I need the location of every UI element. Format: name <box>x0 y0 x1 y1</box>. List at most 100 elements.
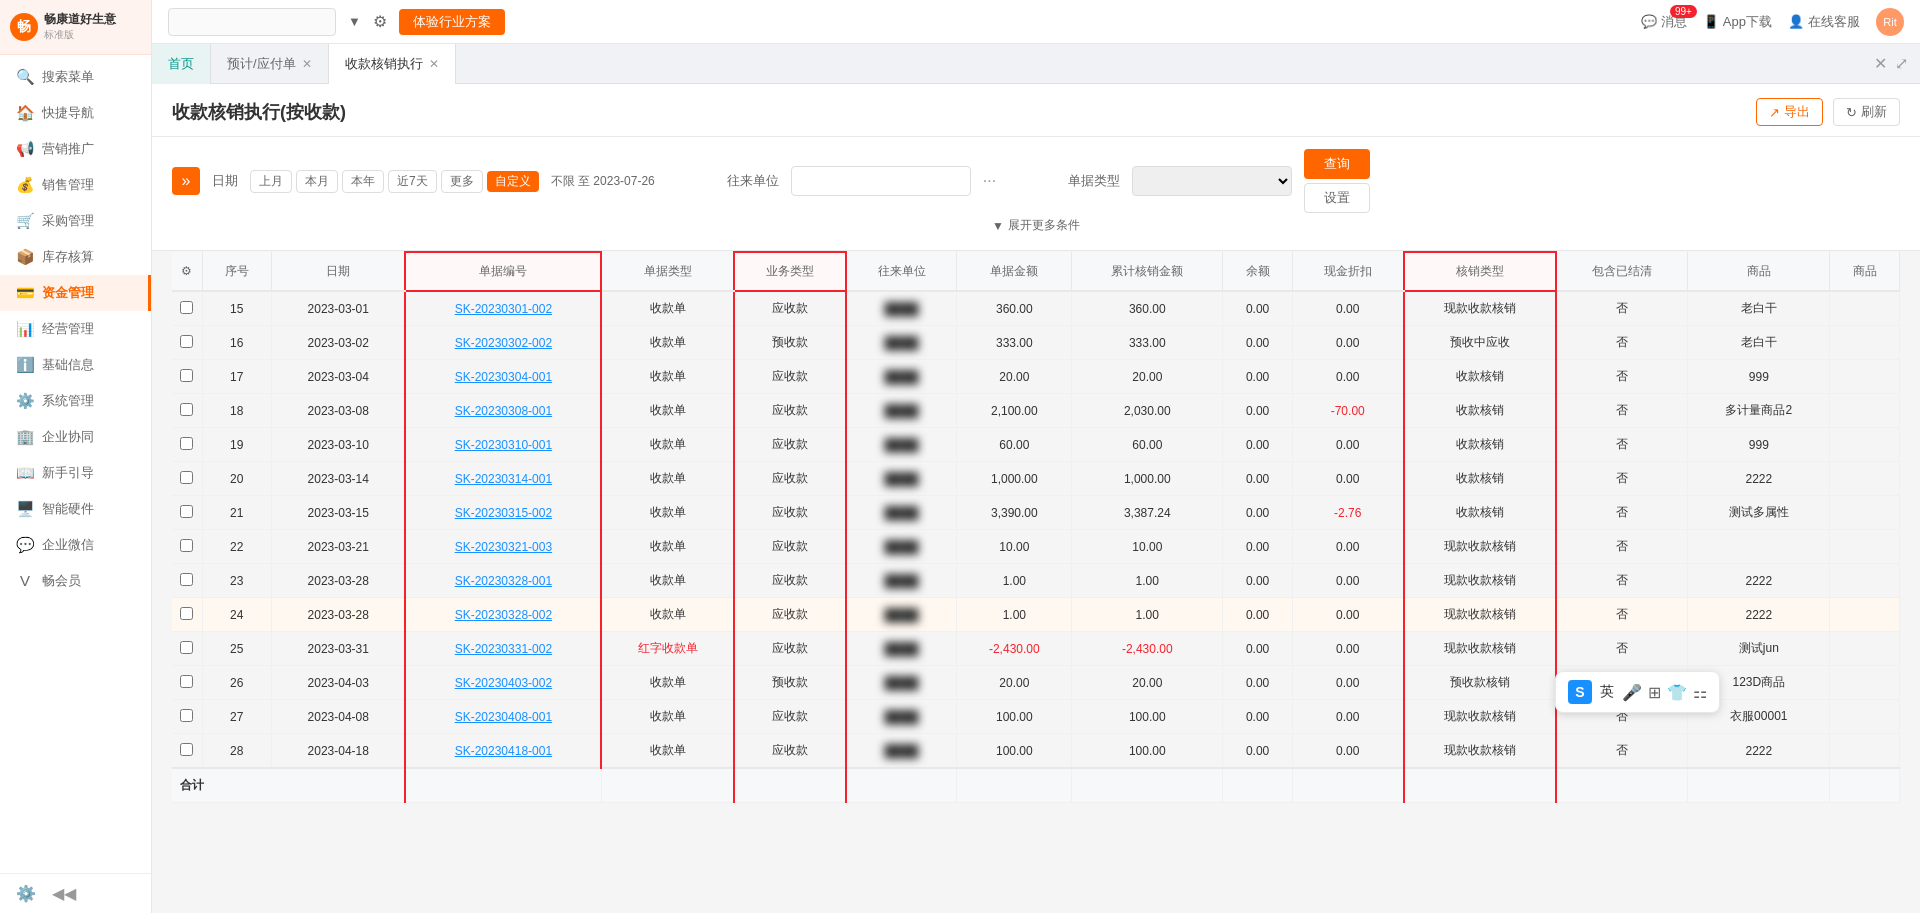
row-checkbox-input[interactable] <box>180 335 193 348</box>
apps-icon[interactable]: ⚏ <box>1693 683 1707 702</box>
sidebar-item-system[interactable]: ⚙️ 系统管理 <box>0 383 151 419</box>
solution-button[interactable]: 体验行业方案 <box>399 9 505 35</box>
voucher-type-select[interactable] <box>1132 166 1292 196</box>
row-checkbox-input[interactable] <box>180 505 193 518</box>
row-checkbox-input[interactable] <box>180 369 193 382</box>
topbar-gear-icon[interactable]: ⚙ <box>373 12 387 31</box>
tab-prepay[interactable]: 预计/应付单 ✕ <box>211 44 329 84</box>
row-voucher-no[interactable]: SK-20230328-002 <box>405 598 601 632</box>
partner-input[interactable] <box>791 166 971 196</box>
sidebar-item-operations[interactable]: 📊 经营管理 <box>0 311 151 347</box>
sidebar-item-wechat[interactable]: 💬 企业微信 <box>0 527 151 563</box>
grid-icon[interactable]: ⊞ <box>1648 683 1661 702</box>
tab-close-all-icon[interactable]: ✕ <box>1874 54 1887 73</box>
row-checkbox[interactable] <box>172 666 202 700</box>
row-checkbox-input[interactable] <box>180 539 193 552</box>
tab-cancel[interactable]: 收款核销执行 ✕ <box>329 44 456 84</box>
topbar-search-input[interactable] <box>168 8 336 36</box>
row-checkbox-input[interactable] <box>180 403 193 416</box>
date-btn-this-month[interactable]: 本月 <box>296 170 338 193</box>
service-button[interactable]: 👤 在线客服 <box>1788 13 1860 31</box>
sidebar-item-quick-nav[interactable]: 🏠 快捷导航 <box>0 95 151 131</box>
row-product2 <box>1830 428 1900 462</box>
row-checkbox-input[interactable] <box>180 437 193 450</box>
row-voucher-no[interactable]: SK-20230321-003 <box>405 530 601 564</box>
row-partner: ████ <box>846 632 957 666</box>
sidebar-item-purchase[interactable]: 🛒 采购管理 <box>0 203 151 239</box>
row-checkbox-input[interactable] <box>180 675 193 688</box>
sidebar-settings-icon[interactable]: ⚙️ <box>16 884 36 903</box>
row-voucher-no[interactable]: SK-20230314-001 <box>405 462 601 496</box>
date-btn-last-month[interactable]: 上月 <box>250 170 292 193</box>
row-checkbox[interactable] <box>172 734 202 769</box>
row-voucher-no[interactable]: SK-20230308-001 <box>405 394 601 428</box>
row-checkbox[interactable] <box>172 291 202 326</box>
export-button[interactable]: ↗ 导出 <box>1756 98 1823 126</box>
row-checkbox[interactable] <box>172 632 202 666</box>
filter-dots[interactable]: ··· <box>983 172 996 190</box>
sidebar-item-marketing[interactable]: 📢 营销推广 <box>0 131 151 167</box>
sidebar-item-inventory[interactable]: 📦 库存核算 <box>0 239 151 275</box>
sidebar-item-member[interactable]: V 畅会员 <box>0 563 151 599</box>
row-checkbox[interactable] <box>172 462 202 496</box>
row-voucher-no[interactable]: SK-20230301-002 <box>405 291 601 326</box>
row-checkbox-input[interactable] <box>180 641 193 654</box>
topbar-dropdown[interactable]: ▼ <box>348 14 361 29</box>
row-checkbox[interactable] <box>172 428 202 462</box>
row-checkbox[interactable] <box>172 394 202 428</box>
row-amount: 1.00 <box>957 598 1072 632</box>
mic-icon[interactable]: 🎤 <box>1622 683 1642 702</box>
refresh-button[interactable]: ↻ 刷新 <box>1833 98 1900 126</box>
sidebar-item-sales[interactable]: 💰 销售管理 <box>0 167 151 203</box>
date-btn-more[interactable]: 更多 <box>441 170 483 193</box>
sidebar-item-hardware[interactable]: 🖥️ 智能硬件 <box>0 491 151 527</box>
row-checkbox[interactable] <box>172 530 202 564</box>
sidebar-item-basic[interactable]: ℹ️ 基础信息 <box>0 347 151 383</box>
row-checkbox-input[interactable] <box>180 709 193 722</box>
row-voucher-no[interactable]: SK-20230315-002 <box>405 496 601 530</box>
sidebar-item-enterprise[interactable]: 🏢 企业协同 <box>0 419 151 455</box>
shirt-icon[interactable]: 👕 <box>1667 683 1687 702</box>
row-checkbox-input[interactable] <box>180 471 193 484</box>
row-include-settled: 否 <box>1556 360 1688 394</box>
row-checkbox[interactable] <box>172 326 202 360</box>
filter-expand-button[interactable]: » <box>172 167 200 195</box>
col-settings[interactable]: ⚙ <box>172 252 202 291</box>
row-voucher-no[interactable]: SK-20230302-002 <box>405 326 601 360</box>
expand-more-row[interactable]: ▼ 展开更多条件 <box>172 213 1900 238</box>
row-voucher-no[interactable]: SK-20230418-001 <box>405 734 601 769</box>
row-voucher-no[interactable]: SK-20230310-001 <box>405 428 601 462</box>
filter-settings-button[interactable]: 设置 <box>1304 183 1370 213</box>
sidebar-collapse-icon[interactable]: ◀◀ <box>52 884 76 903</box>
row-voucher-no[interactable]: SK-20230304-001 <box>405 360 601 394</box>
sidebar-item-capital[interactable]: 💳 资金管理 <box>0 275 151 311</box>
table-scroll-area[interactable]: ⚙ 序号 日期 单据编号 单据类型 业务类型 往来单位 单据金额 累计核销金额 … <box>152 251 1920 913</box>
date-btn-custom[interactable]: 自定义 <box>487 171 539 192</box>
row-voucher-no[interactable]: SK-20230328-001 <box>405 564 601 598</box>
query-button[interactable]: 查询 <box>1304 149 1370 179</box>
tab-prepay-close[interactable]: ✕ <box>302 57 312 71</box>
row-checkbox[interactable] <box>172 360 202 394</box>
message-button[interactable]: 💬 消息 99+ <box>1641 13 1687 31</box>
row-checkbox[interactable] <box>172 598 202 632</box>
row-voucher-no[interactable]: SK-20230331-002 <box>405 632 601 666</box>
tab-home[interactable]: 首页 <box>152 44 211 84</box>
row-checkbox-input[interactable] <box>180 573 193 586</box>
sidebar-item-guide[interactable]: 📖 新手引导 <box>0 455 151 491</box>
tab-cancel-close[interactable]: ✕ <box>429 57 439 71</box>
sidebar-item-search[interactable]: 🔍 搜索菜单 <box>0 59 151 95</box>
date-btn-7days[interactable]: 近7天 <box>388 170 437 193</box>
row-biz-type: 应收款 <box>734 530 846 564</box>
row-checkbox-input[interactable] <box>180 743 193 756</box>
row-checkbox[interactable] <box>172 564 202 598</box>
tab-expand-icon[interactable]: ⤢ <box>1895 54 1908 73</box>
row-checkbox[interactable] <box>172 700 202 734</box>
row-voucher-no[interactable]: SK-20230408-001 <box>405 700 601 734</box>
row-checkbox-input[interactable] <box>180 301 193 314</box>
app-download-button[interactable]: 📱 App下载 <box>1703 13 1772 31</box>
date-btn-this-year[interactable]: 本年 <box>342 170 384 193</box>
user-avatar[interactable]: Rit <box>1876 8 1904 36</box>
row-voucher-no[interactable]: SK-20230403-002 <box>405 666 601 700</box>
row-checkbox-input[interactable] <box>180 607 193 620</box>
row-checkbox[interactable] <box>172 496 202 530</box>
